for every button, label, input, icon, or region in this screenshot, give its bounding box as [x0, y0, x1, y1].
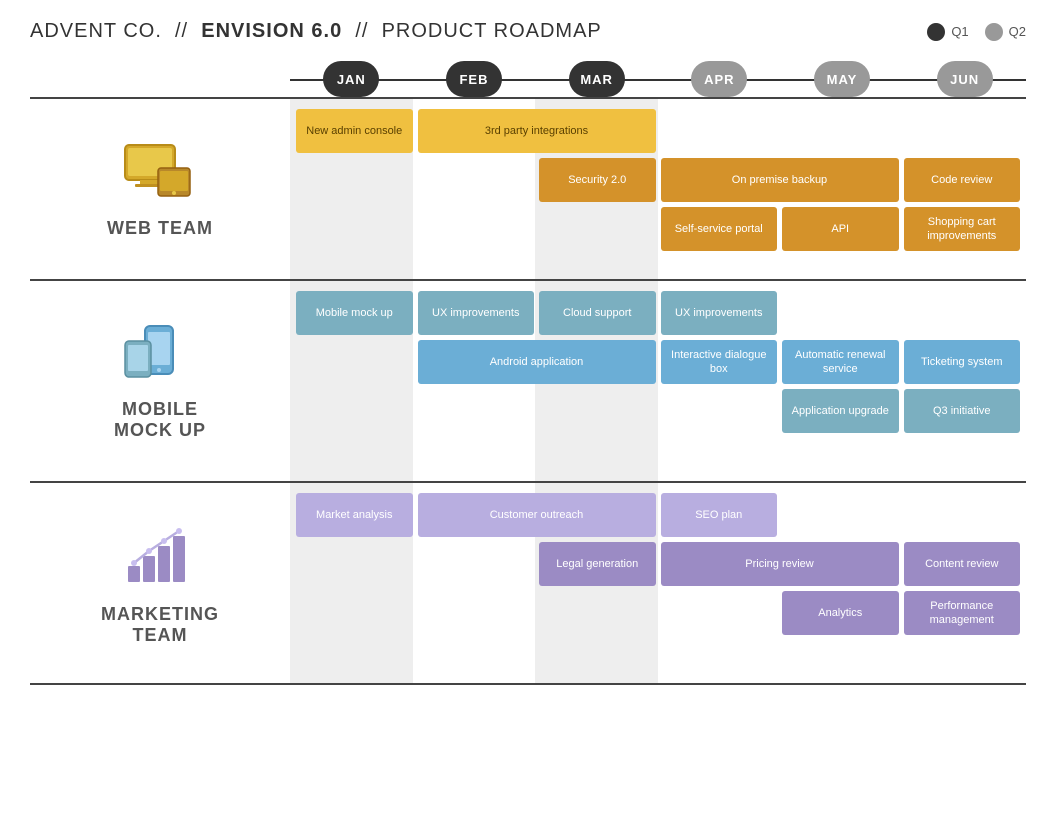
web-team-icon: [120, 140, 200, 210]
roadmap-label: PRODUCT ROADMAP: [382, 20, 602, 42]
card-analytics[interactable]: Analytics: [782, 591, 899, 635]
card-shopping-cart[interactable]: Shopping cart improvements: [904, 207, 1021, 251]
card-ux-improvements-1[interactable]: UX improvements: [418, 291, 535, 335]
web-team-name: WEB TEAM: [107, 218, 213, 239]
card-android-app[interactable]: Android application: [418, 340, 656, 384]
card-mobile-mockup[interactable]: Mobile mock up: [296, 291, 413, 335]
card-legal-generation[interactable]: Legal generation: [539, 542, 656, 586]
header: ADVENT CO. // ENVISION 6.0 // PRODUCT RO…: [30, 20, 1026, 43]
card-ticketing[interactable]: Ticketing system: [904, 340, 1021, 384]
month-mar: MAR: [535, 61, 658, 97]
q2-label: Q2: [1009, 24, 1026, 39]
legend: Q1 Q2: [927, 23, 1026, 41]
card-api[interactable]: API: [782, 207, 899, 251]
card-auto-renewal[interactable]: Automatic renewal service: [782, 340, 899, 384]
page: ADVENT CO. // ENVISION 6.0 // PRODUCT RO…: [0, 0, 1056, 816]
month-feb: FEB: [413, 61, 536, 97]
month-may: MAY: [781, 61, 904, 97]
product-name: ENVISION 6.0: [201, 20, 342, 42]
card-3rd-party[interactable]: 3rd party integrations: [418, 109, 656, 153]
card-code-review[interactable]: Code review: [904, 158, 1021, 202]
card-content-review[interactable]: Content review: [904, 542, 1021, 586]
marketing-team-name: MARKETINGTEAM: [101, 604, 219, 646]
marketing-section: MARKETINGTEAM Market analysis Customer o…: [30, 481, 1026, 685]
card-seo-plan[interactable]: SEO plan: [661, 493, 778, 537]
mobile-section: MOBILEMOCK UP Mobile mock up UX improvem…: [30, 279, 1026, 481]
marketing-team-icon: [120, 521, 200, 596]
mobile-team-label: MOBILEMOCK UP: [30, 281, 290, 481]
card-cloud-support[interactable]: Cloud support: [539, 291, 656, 335]
mobile-team-icon: [120, 321, 200, 391]
card-ux-improvements-2[interactable]: UX improvements: [661, 291, 778, 335]
card-market-analysis[interactable]: Market analysis: [296, 493, 413, 537]
card-q3-initiative[interactable]: Q3 initiative: [904, 389, 1021, 433]
card-new-admin-console[interactable]: New admin console: [296, 109, 413, 153]
card-interactive-dialogue[interactable]: Interactive dialogue box: [661, 340, 778, 384]
legend-q2: Q2: [985, 23, 1026, 41]
marketing-team-label: MARKETINGTEAM: [30, 483, 290, 683]
legend-q1: Q1: [927, 23, 968, 41]
month-jan: JAN: [290, 61, 413, 97]
month-jun: JUN: [903, 61, 1026, 97]
q1-dot: [927, 23, 945, 41]
card-app-upgrade[interactable]: Application upgrade: [782, 389, 899, 433]
q2-dot: [985, 23, 1003, 41]
page-title: ADVENT CO. // ENVISION 6.0 // PRODUCT RO…: [30, 20, 602, 43]
month-apr: APR: [658, 61, 781, 97]
card-customer-outreach[interactable]: Customer outreach: [418, 493, 656, 537]
web-team-label: WEB TEAM: [30, 99, 290, 279]
card-self-service[interactable]: Self-service portal: [661, 207, 778, 251]
card-on-premise[interactable]: On premise backup: [661, 158, 899, 202]
mobile-team-name: MOBILEMOCK UP: [114, 399, 206, 441]
card-security-20[interactable]: Security 2.0: [539, 158, 656, 202]
company-name: ADVENT CO.: [30, 20, 162, 42]
q1-label: Q1: [951, 24, 968, 39]
card-performance-mgmt[interactable]: Performance management: [904, 591, 1021, 635]
web-team-section: WEB TEAM New admin console 3rd party int…: [30, 97, 1026, 279]
card-pricing-review[interactable]: Pricing review: [661, 542, 899, 586]
